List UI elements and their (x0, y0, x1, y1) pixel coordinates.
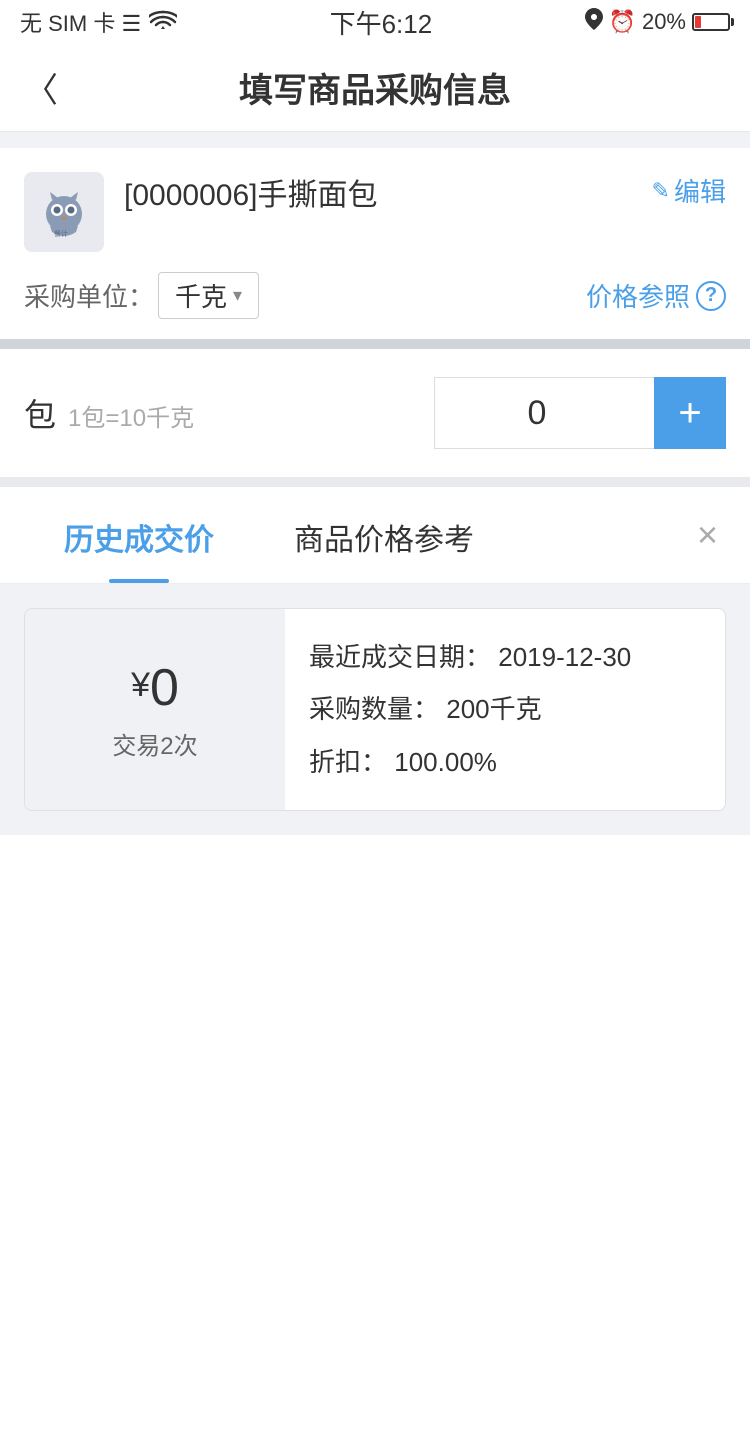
section-divider-2 (0, 477, 750, 487)
bottom-space (0, 835, 750, 1435)
edit-label: 编辑 (674, 172, 726, 209)
history-price-card: ¥ 0 交易2次 最近成交日期： 2019-12-30 采购数量： 200千克 … (24, 608, 726, 811)
tab-history-price[interactable]: 历史成交价 (24, 487, 254, 583)
svg-text:餐计: 餐计 (54, 229, 68, 238)
product-header: 餐计 [0000006]手撕面包 ✎ 编辑 (24, 172, 726, 252)
product-card: 餐计 [0000006]手撕面包 ✎ 编辑 采购单位： 千克 ▾ 价格参照 (0, 148, 750, 339)
location-icon (585, 8, 603, 36)
price-amount: 0 (150, 658, 179, 718)
edit-button[interactable]: ✎ 编辑 (652, 172, 726, 209)
status-bar: 无 SIM 卡 ☰ 下午6:12 ⏰ 20% (0, 0, 750, 44)
history-price-right: 最近成交日期： 2019-12-30 采购数量： 200千克 折扣： 100.0… (285, 609, 725, 810)
quantity-row: 包 1包=10千克 + (0, 349, 750, 477)
product-id: [0000006]手撕面包 (124, 176, 377, 215)
tab-product-price[interactable]: 商品价格参考 (254, 487, 514, 583)
unit-value: 千克 (175, 277, 227, 314)
recent-date-value: 2019-12-30 (498, 642, 631, 672)
status-right: ⏰ 20% (585, 8, 730, 36)
price-ref-help-icon: ? (696, 281, 726, 311)
edit-icon: ✎ (652, 178, 670, 204)
content-area: ¥ 0 交易2次 最近成交日期： 2019-12-30 采购数量： 200千克 … (0, 584, 750, 835)
product-name-wrap: [0000006]手撕面包 (124, 172, 377, 215)
purchase-qty-row: 采购数量： 200千克 (309, 691, 701, 727)
recent-date-label: 最近成交日期： (309, 642, 491, 672)
price-symbol: ¥ (131, 666, 150, 705)
discount-label: 折扣： (309, 747, 387, 777)
trade-count: 交易2次 (112, 726, 197, 761)
back-button[interactable]: 〈 (24, 63, 58, 112)
discount-row: 折扣： 100.00% (309, 744, 701, 780)
purchase-qty-label: 采购数量： (309, 694, 439, 724)
history-price-display: ¥ 0 (131, 658, 179, 718)
purchase-qty-value: 200千克 (446, 694, 541, 724)
recent-date-row: 最近成交日期： 2019-12-30 (309, 639, 701, 675)
price-reference-button[interactable]: 价格参照 ? (586, 277, 726, 314)
tab-history-label: 历史成交价 (64, 524, 214, 557)
tab-product-label: 商品价格参考 (294, 524, 474, 557)
quantity-unit-label: 包 (24, 390, 56, 436)
tab-close-button[interactable]: × (689, 506, 726, 564)
status-time: 下午6:12 (330, 4, 433, 41)
section-divider-1 (0, 339, 750, 349)
quantity-convert-label: 1包=10千克 (68, 398, 194, 433)
wifi-icon (149, 8, 177, 36)
product-icon: 餐计 (24, 172, 104, 252)
status-left: 无 SIM 卡 ☰ (20, 6, 177, 38)
unit-label: 采购单位： (24, 277, 154, 314)
purchase-unit-row: 采购单位： 千克 ▾ 价格参照 ? (24, 272, 726, 319)
quantity-label: 包 1包=10千克 (24, 390, 194, 436)
quantity-controls: + (434, 377, 726, 449)
page-title: 填写商品采购信息 (239, 63, 511, 112)
quantity-input[interactable] (434, 377, 654, 449)
sim-text: 无 SIM 卡 ☰ (20, 6, 141, 38)
history-price-left: ¥ 0 交易2次 (25, 609, 285, 810)
tabs-container: 历史成交价 商品价格参考 × (0, 487, 750, 584)
nav-bar: 〈 填写商品采购信息 (0, 44, 750, 132)
quantity-plus-button[interactable]: + (654, 377, 726, 449)
battery-percent: 20% (642, 9, 686, 35)
dropdown-arrow-icon: ▾ (233, 285, 242, 306)
unit-dropdown[interactable]: 千克 ▾ (158, 272, 259, 319)
unit-select: 采购单位： 千克 ▾ (24, 272, 259, 319)
discount-value: 100.00% (394, 747, 497, 777)
product-left: 餐计 [0000006]手撕面包 (24, 172, 377, 252)
battery-icon (692, 13, 730, 31)
alarm-icon: ⏰ (609, 9, 636, 35)
tabs-group: 历史成交价 商品价格参考 (24, 487, 514, 583)
price-ref-label: 价格参照 (586, 277, 690, 314)
